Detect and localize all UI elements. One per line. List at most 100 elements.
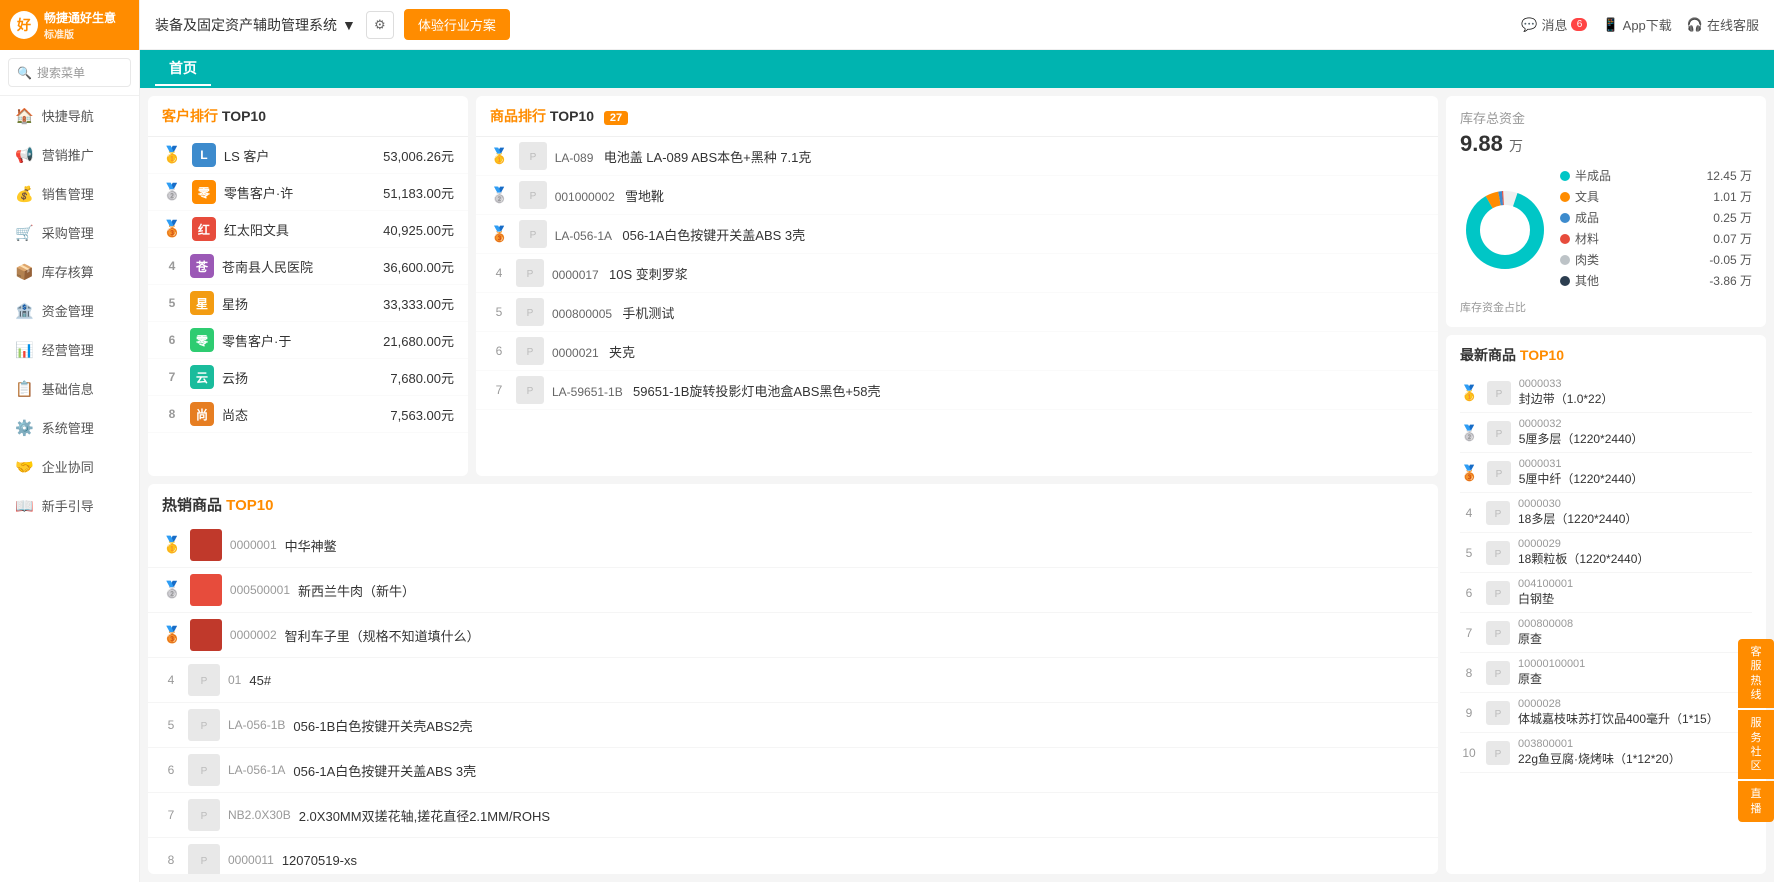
rank-avatar: 零 <box>192 180 216 204</box>
header-left: 装备及固定资产辅助管理系统 ▼ ⚙ 体验行业方案 <box>155 9 510 40</box>
prod-image: P <box>516 259 544 287</box>
legend-label: 肉类 <box>1575 251 1599 268</box>
legend-dot <box>1560 213 1570 223</box>
hot-medal: 🥇 <box>162 535 182 555</box>
svg-text:P: P <box>527 308 534 319</box>
customer-rank-row: 7 云 云扬 7,680.00元 <box>148 359 468 396</box>
newest-name: 5厘中纤（1220*2440） <box>1519 470 1752 487</box>
newest-info: 0000031 5厘中纤（1220*2440） <box>1519 458 1752 487</box>
trial-button[interactable]: 体验行业方案 <box>404 9 510 40</box>
sidebar-item-sales[interactable]: 💰 销售管理 <box>0 174 139 213</box>
sidebar-item-system[interactable]: ⚙️ 系统管理 <box>0 408 139 447</box>
svg-text:P: P <box>1495 749 1502 760</box>
nav-label-guide: 新手引导 <box>42 496 94 515</box>
settings-button[interactable]: ⚙ <box>366 11 394 39</box>
newest-product-row: 🥇 P 0000033 封边带（1.0*22） <box>1460 373 1752 413</box>
product-rank-row: 🥇 P LA-089 电池盖 LA-089 ABS本色+黑种 7.1克 <box>476 137 1438 176</box>
float-hotline-btn[interactable]: 客服热线 <box>1738 639 1774 708</box>
prod-name: 59651-1B旋转投影灯电池盒ABS黑色+58壳 <box>633 384 880 399</box>
prod-code: 000800005 <box>552 307 619 321</box>
hot-rank-number: 8 <box>162 853 180 867</box>
prod-info: LA-056-1A 056-1A白色按键开关盖ABS 3壳 <box>555 225 1424 244</box>
prod-image: P <box>516 376 544 404</box>
newest-product-row: 8 P 10000100001 原查 <box>1460 653 1752 693</box>
prod-name: 夹克 <box>609 345 635 360</box>
nav-label-system: 系统管理 <box>42 418 94 437</box>
inventory-note: 库存资金占比 <box>1460 299 1752 315</box>
legend-dot <box>1560 276 1570 286</box>
hot-product-image-placeholder: P <box>188 799 220 831</box>
newest-rank-number: 6 <box>1460 586 1478 600</box>
sidebar-item-basic[interactable]: 📋 基础信息 <box>0 369 139 408</box>
rank-name: 星扬 <box>222 294 375 313</box>
newest-name: 22g鱼豆腐·烧烤味（1*12*20） <box>1518 750 1752 767</box>
customer-ranking-card: 客户排行 TOP10 🥇 L LS 客户 53,006.26元 🥈 零 零售客户… <box>148 96 468 476</box>
newest-product-image: P <box>1486 621 1510 645</box>
sidebar-item-marketing[interactable]: 📢 营销推广 <box>0 135 139 174</box>
sidebar-item-quick-nav[interactable]: 🏠 快捷导航 <box>0 96 139 135</box>
donut-chart <box>1460 185 1550 275</box>
rank-avatar: 零 <box>190 328 214 352</box>
svg-text:P: P <box>201 856 208 867</box>
float-community-btn[interactable]: 服务社区 <box>1738 710 1774 779</box>
hot-product-image <box>190 619 222 651</box>
legend-item: 半成品 12.45 万 <box>1560 167 1752 184</box>
system-selector[interactable]: 装备及固定资产辅助管理系统 ▼ <box>155 15 356 35</box>
tab-home[interactable]: 首页 <box>155 52 211 86</box>
rank-avatar: 尚 <box>190 402 214 426</box>
rank-avatar: 红 <box>192 217 216 241</box>
newest-info: 004100001 白钢垫 <box>1518 578 1752 607</box>
sidebar-item-enterprise[interactable]: 🤝 企业协同 <box>0 447 139 486</box>
customer-ranking-label: TOP10 <box>222 108 266 124</box>
hot-name: 2.0X30MM双搓花轴,搓花直径2.1MM/ROHS <box>299 806 550 825</box>
middle-column: 客户排行 TOP10 🥇 L LS 客户 53,006.26元 🥈 零 零售客户… <box>148 96 1438 874</box>
nav-label-inventory: 库存核算 <box>42 262 94 281</box>
prod-image: P <box>519 220 547 248</box>
sidebar-logo: 好 畅捷通好生意 标准版 <box>0 0 139 50</box>
mid-top-section: 客户排行 TOP10 🥇 L LS 客户 53,006.26元 🥈 零 零售客户… <box>148 96 1438 476</box>
inventory-icon: 📦 <box>15 263 34 281</box>
search-menu-button[interactable]: 🔍 搜索菜单 <box>8 58 131 87</box>
svg-text:P: P <box>1495 469 1502 480</box>
newest-info: 10000100001 原查 <box>1518 658 1752 687</box>
prod-info: LA-089 电池盖 LA-089 ABS本色+黑种 7.1克 <box>555 147 1424 166</box>
newest-product-image: P <box>1487 421 1511 445</box>
prod-image: P <box>516 337 544 365</box>
svg-text:P: P <box>1495 429 1502 440</box>
svg-text:P: P <box>527 269 534 280</box>
top-header: 装备及固定资产辅助管理系统 ▼ ⚙ 体验行业方案 💬 消息 6 📱 App下载 … <box>140 0 1774 50</box>
sidebar-item-operations[interactable]: 📊 经营管理 <box>0 330 139 369</box>
legend-left: 其他 <box>1560 272 1599 289</box>
rank-medal: 🥇 <box>162 145 182 165</box>
newest-product-row: 4 P 0000030 18多层（1220*2440） <box>1460 493 1752 533</box>
product-ranking-card: 商品排行 TOP10 27 🥇 P LA-089 电池盖 LA-089 ABS本… <box>476 96 1438 476</box>
message-button[interactable]: 💬 消息 6 <box>1521 15 1587 34</box>
newest-rank-number: 8 <box>1460 666 1478 680</box>
prod-image: P <box>519 181 547 209</box>
sidebar-item-purchase[interactable]: 🛒 采购管理 <box>0 213 139 252</box>
online-service-button[interactable]: 🎧 在线客服 <box>1687 15 1759 34</box>
hot-product-row: 🥉 0000002 智利车子里（规格不知道填什么） <box>148 613 1438 658</box>
product-rank-row: 7 P LA-59651-1B 59651-1B旋转投影灯电池盒ABS黑色+58… <box>476 371 1438 410</box>
prod-name: 电池盖 LA-089 ABS本色+黑种 7.1克 <box>604 150 812 165</box>
hot-product-row: 🥇 0000001 中华神鳖 <box>148 523 1438 568</box>
legend-label: 其他 <box>1575 272 1599 289</box>
hot-product-image-placeholder: P <box>188 844 220 874</box>
rank-name: 苍南县人民医院 <box>222 257 375 276</box>
sidebar-item-finance[interactable]: 🏦 资金管理 <box>0 291 139 330</box>
hot-products-card: 热销商品 TOP10 🥇 0000001 中华神鳖 🥈 000500001 新西… <box>148 484 1438 874</box>
rank-avatar: L <box>192 143 216 167</box>
svg-text:P: P <box>201 811 208 822</box>
sidebar-item-guide[interactable]: 📖 新手引导 <box>0 486 139 525</box>
newest-code: 003800001 <box>1518 738 1752 750</box>
page-tabs: 首页 <box>140 50 1774 88</box>
hot-code: 0000001 <box>230 538 277 552</box>
app-download-button[interactable]: 📱 App下载 <box>1602 15 1671 34</box>
product-placeholder-icon: P <box>520 263 540 283</box>
float-live-btn[interactable]: 直播 <box>1738 781 1774 822</box>
sidebar-item-inventory[interactable]: 📦 库存核算 <box>0 252 139 291</box>
newest-product-row: 10 P 003800001 22g鱼豆腐·烧烤味（1*12*20） <box>1460 733 1752 773</box>
header-right: 💬 消息 6 📱 App下载 🎧 在线客服 <box>1521 15 1759 34</box>
legend-left: 半成品 <box>1560 167 1611 184</box>
legend-item: 文具 1.01 万 <box>1560 188 1752 205</box>
